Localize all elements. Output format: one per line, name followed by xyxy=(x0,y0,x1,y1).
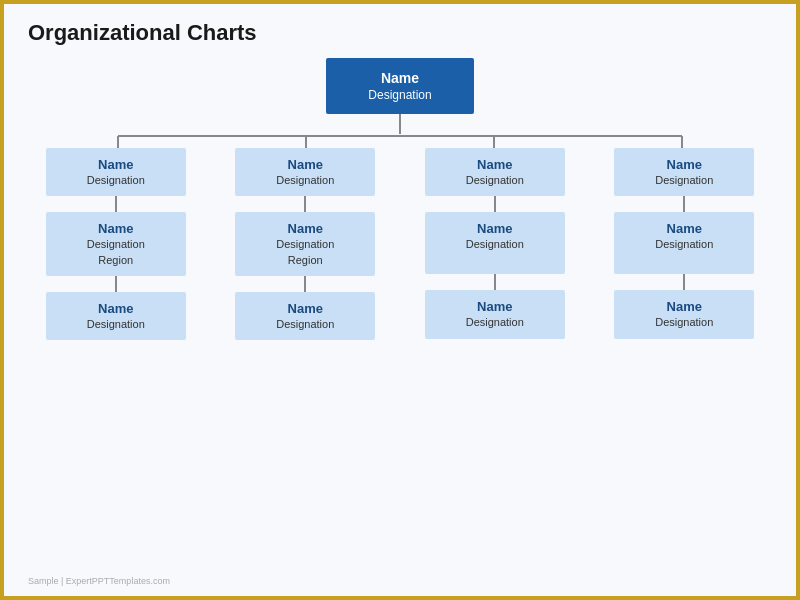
l1-node-3: Name Designation xyxy=(614,148,754,196)
l2-name-0: Name xyxy=(56,221,176,236)
l3-name-0: Name xyxy=(56,301,176,316)
l2-line2-1: Region xyxy=(245,253,365,267)
l1-name-1: Name xyxy=(245,157,365,172)
l3-desig-1: Designation xyxy=(245,317,365,331)
v-l1l2-3 xyxy=(683,196,685,212)
l1-node-0: Name Designation xyxy=(46,148,186,196)
v-l2l3-1 xyxy=(304,276,306,292)
l2-line1-3: Designation xyxy=(624,237,744,251)
l1-name-0: Name xyxy=(56,157,176,172)
root-node: Name Designation xyxy=(326,58,474,114)
v-l2l3-3 xyxy=(683,274,685,290)
v-l2l3-2 xyxy=(494,274,496,290)
page-wrapper: Organizational Charts Name Designation xyxy=(0,0,800,600)
h-connector-bar xyxy=(24,134,776,148)
connector-svg xyxy=(24,134,776,148)
l1-name-3: Name xyxy=(624,157,744,172)
col-0: Name Designation Name Designation Region… xyxy=(24,148,208,340)
col-1: Name Designation Name Designation Region… xyxy=(214,148,398,340)
l2-name-1: Name xyxy=(245,221,365,236)
l2-node-2: Name Designation xyxy=(425,212,565,274)
l2-node-0: Name Designation Region xyxy=(46,212,186,276)
v-l1l2-2 xyxy=(494,196,496,212)
footer-note: Sample | ExpertPPTTemplates.com xyxy=(28,576,170,586)
l3-desig-0: Designation xyxy=(56,317,176,331)
root-name: Name xyxy=(340,70,460,86)
l2-line1-2: Designation xyxy=(435,237,555,251)
v-l2l3-0 xyxy=(115,276,117,292)
v-l1l2-0 xyxy=(115,196,117,212)
l1-desig-1: Designation xyxy=(245,173,365,187)
l3-node-1: Name Designation xyxy=(235,292,375,340)
page-title: Organizational Charts xyxy=(4,4,796,54)
l2-name-3: Name xyxy=(624,221,744,236)
l1-name-2: Name xyxy=(435,157,555,172)
l3-node-0: Name Designation xyxy=(46,292,186,340)
root-designation: Designation xyxy=(340,88,460,102)
level1-row: Name Designation Name Designation Region… xyxy=(24,148,776,340)
l3-desig-3: Designation xyxy=(624,315,744,329)
col-2: Name Designation Name Designation Name D… xyxy=(403,148,587,340)
l1-node-1: Name Designation xyxy=(235,148,375,196)
l1-node-2: Name Designation xyxy=(425,148,565,196)
col-3: Name Designation Name Designation Name D… xyxy=(593,148,777,340)
l1-desig-2: Designation xyxy=(435,173,555,187)
l3-name-2: Name xyxy=(435,299,555,314)
v-l1l2-1 xyxy=(304,196,306,212)
root-vline xyxy=(399,114,401,134)
l3-node-2: Name Designation xyxy=(425,290,565,338)
l2-line1-0: Designation xyxy=(56,237,176,251)
l3-name-1: Name xyxy=(245,301,365,316)
l3-desig-2: Designation xyxy=(435,315,555,329)
l2-name-2: Name xyxy=(435,221,555,236)
l3-name-3: Name xyxy=(624,299,744,314)
l2-node-3: Name Designation xyxy=(614,212,754,274)
l1-desig-0: Designation xyxy=(56,173,176,187)
l1-desig-3: Designation xyxy=(624,173,744,187)
l2-line1-1: Designation xyxy=(245,237,365,251)
l3-node-3: Name Designation xyxy=(614,290,754,338)
l2-line2-0: Region xyxy=(56,253,176,267)
l2-node-1: Name Designation Region xyxy=(235,212,375,276)
